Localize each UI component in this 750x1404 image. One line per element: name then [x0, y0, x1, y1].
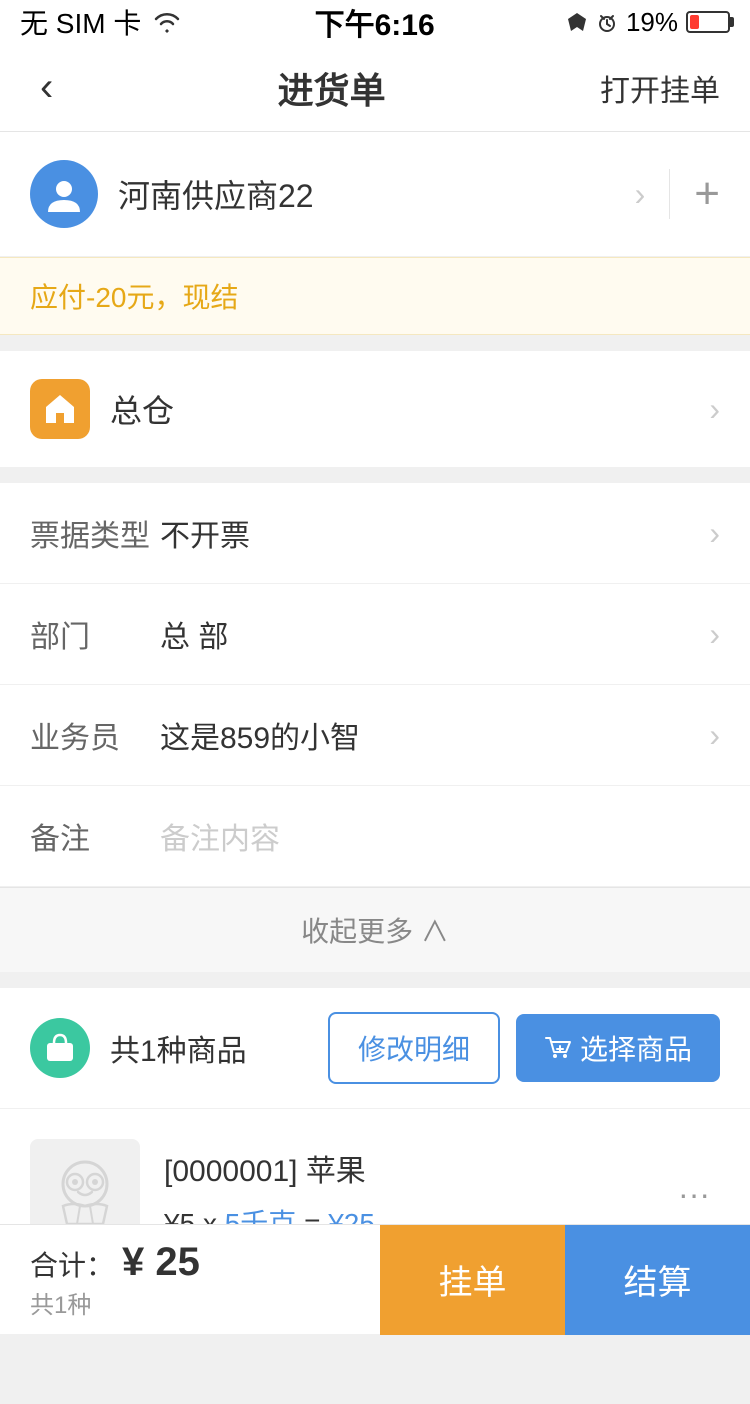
salesperson-value: 这是859的小智	[160, 713, 709, 757]
vertical-divider	[669, 169, 670, 219]
supplier-name: 河南供应商22	[118, 171, 635, 217]
bag-icon	[43, 1031, 77, 1065]
invoice-label: 票据类型	[30, 511, 160, 555]
product-title: 苹果	[306, 1155, 366, 1188]
remark-placeholder: 备注内容	[160, 814, 720, 858]
total-count: 共1种	[30, 1285, 350, 1320]
supplier-section: 河南供应商22 › + 应付-20元，现结	[0, 132, 750, 335]
product-more-button[interactable]: ···	[668, 1166, 720, 1223]
product-code: [0000001]	[164, 1155, 297, 1188]
hang-button[interactable]: 挂单	[380, 1225, 565, 1335]
back-button[interactable]: ‹	[30, 55, 63, 120]
warehouse-section: 总仓 ›	[0, 351, 750, 467]
owl-placeholder-icon	[45, 1154, 125, 1234]
status-right: 19%	[566, 7, 730, 38]
total-prefix: 合计：	[30, 1244, 114, 1284]
add-supplier-button[interactable]: +	[694, 169, 720, 219]
products-count: 共1种商品	[110, 1026, 328, 1070]
form-row-invoice[interactable]: 票据类型 不开票 ›	[0, 483, 750, 584]
form-row-salesperson[interactable]: 业务员 这是859的小智 ›	[0, 685, 750, 786]
status-bar: 无 SIM 卡 下午6:16 19%	[0, 0, 750, 44]
content-area: 河南供应商22 › + 应付-20元，现结 总仓 › 票据类型 不开票 › 部门…	[0, 132, 750, 1404]
cart-icon	[544, 1036, 572, 1060]
battery-icon	[686, 11, 730, 33]
nav-bar: ‹ 进货单 打开挂单	[0, 44, 750, 132]
carrier-text: 无 SIM 卡	[20, 2, 141, 42]
invoice-chevron: ›	[709, 515, 720, 552]
status-time: 下午6:16	[315, 0, 435, 44]
total-label-row: 合计： ¥ 25	[30, 1240, 350, 1285]
battery-percent: 19%	[626, 7, 678, 38]
products-header: 共1种商品 修改明细 选择商品	[0, 988, 750, 1109]
settle-button[interactable]: 结算	[565, 1225, 750, 1335]
location-icon	[566, 11, 588, 33]
total-amount: ¥ 25	[122, 1240, 200, 1285]
payment-notice: 应付-20元，现结	[0, 257, 750, 335]
warehouse-chevron: ›	[709, 391, 720, 428]
status-left: 无 SIM 卡	[20, 2, 183, 42]
total-section: 合计： ¥ 25 共1种	[0, 1240, 380, 1320]
supplier-avatar	[30, 160, 98, 228]
home-icon	[42, 391, 78, 427]
warehouse-icon	[30, 379, 90, 439]
wifi-icon	[151, 11, 183, 33]
edit-detail-button[interactable]: 修改明细	[328, 1012, 500, 1084]
supplier-row[interactable]: 河南供应商22 › +	[0, 132, 750, 257]
salesperson-label: 业务员	[30, 713, 160, 757]
collapse-button[interactable]: 收起更多 ∧	[0, 887, 750, 972]
products-icon	[30, 1018, 90, 1078]
select-product-button[interactable]: 选择商品	[516, 1014, 720, 1082]
alarm-icon	[596, 11, 618, 33]
warehouse-name: 总仓	[110, 386, 709, 432]
bottom-bar: 合计： ¥ 25 共1种 挂单 结算	[0, 1224, 750, 1334]
dept-label: 部门	[30, 612, 160, 656]
form-row-remark[interactable]: 备注 备注内容	[0, 786, 750, 887]
salesperson-chevron: ›	[709, 717, 720, 754]
dept-value: 总 部	[160, 612, 709, 656]
form-row-dept[interactable]: 部门 总 部 ›	[0, 584, 750, 685]
select-product-label: 选择商品	[580, 1028, 692, 1068]
supplier-chevron: ›	[635, 176, 646, 213]
page-title: 进货单	[278, 62, 386, 114]
form-section: 票据类型 不开票 › 部门 总 部 › 业务员 这是859的小智 › 备注 备注…	[0, 483, 750, 972]
remark-label: 备注	[30, 814, 160, 858]
dept-chevron: ›	[709, 616, 720, 653]
product-name: [0000001] 苹果	[164, 1146, 668, 1190]
user-icon	[44, 174, 84, 214]
warehouse-row[interactable]: 总仓 ›	[0, 351, 750, 467]
invoice-value: 不开票	[160, 511, 709, 555]
open-hang-button[interactable]: 打开挂单	[600, 66, 720, 110]
